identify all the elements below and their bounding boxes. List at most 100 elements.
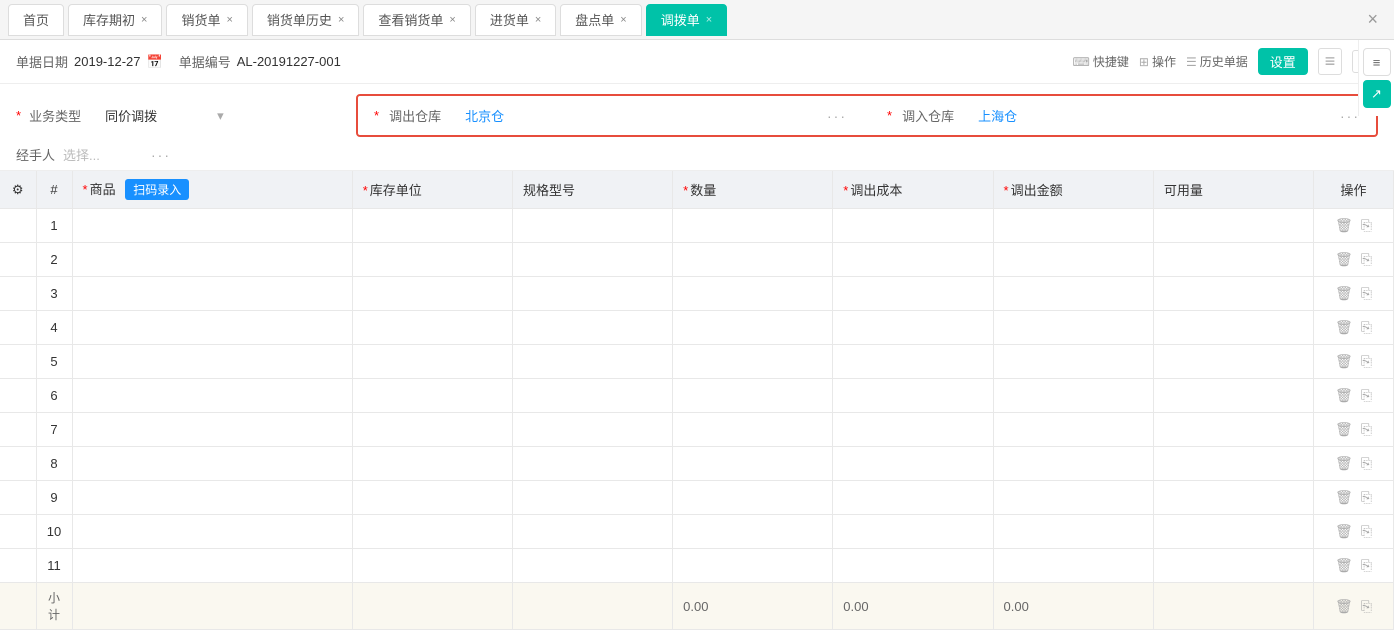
row-3-unit[interactable]: [352, 277, 512, 311]
row-2-unit[interactable]: [352, 243, 512, 277]
row-4-available[interactable]: [1153, 311, 1313, 345]
row-8-cost[interactable]: [833, 447, 993, 481]
row-3-product[interactable]: [72, 277, 352, 311]
row-8-product[interactable]: [72, 447, 352, 481]
row-9-delete-btn[interactable]: 🗑: [1333, 487, 1355, 508]
row-4-cost[interactable]: [833, 311, 993, 345]
row-5-quantity[interactable]: [673, 345, 833, 379]
row-11-quantity[interactable]: [673, 549, 833, 583]
row-11-product[interactable]: [72, 549, 352, 583]
layout-toggle-icon[interactable]: ≡: [1318, 48, 1343, 75]
row-5-product[interactable]: [72, 345, 352, 379]
row-8-unit[interactable]: [352, 447, 512, 481]
row-5-unit[interactable]: [352, 345, 512, 379]
row-7-copy-btn[interactable]: ⎘: [1359, 419, 1374, 440]
row-6-amount[interactable]: [993, 379, 1153, 413]
row-8-available[interactable]: [1153, 447, 1313, 481]
row-10-spec[interactable]: [513, 515, 673, 549]
row-6-spec[interactable]: [513, 379, 673, 413]
row-6-quantity[interactable]: [673, 379, 833, 413]
row-1-spec[interactable]: [513, 209, 673, 243]
subtotal-copy-btn[interactable]: ⎘: [1359, 596, 1374, 617]
row-4-quantity[interactable]: [673, 311, 833, 345]
row-5-delete-btn[interactable]: 🗑: [1333, 351, 1355, 372]
scan-button[interactable]: 扫码录入: [125, 179, 189, 200]
row-1-amount[interactable]: [993, 209, 1153, 243]
row-9-spec[interactable]: [513, 481, 673, 515]
row-6-product[interactable]: [72, 379, 352, 413]
subtotal-delete-btn[interactable]: 🗑: [1333, 596, 1355, 617]
row-7-spec[interactable]: [513, 413, 673, 447]
row-6-delete-btn[interactable]: 🗑: [1333, 385, 1355, 406]
row-1-copy-btn[interactable]: ⎘: [1359, 215, 1374, 236]
row-7-unit[interactable]: [352, 413, 512, 447]
row-11-copy-btn[interactable]: ⎘: [1359, 555, 1374, 576]
row-4-product[interactable]: [72, 311, 352, 345]
row-1-product[interactable]: [72, 209, 352, 243]
row-8-delete-btn[interactable]: 🗑: [1333, 453, 1355, 474]
row-4-copy-btn[interactable]: ⎘: [1359, 317, 1374, 338]
tab-view-sales-close[interactable]: ×: [449, 14, 455, 26]
row-2-cost[interactable]: [833, 243, 993, 277]
row-3-delete-btn[interactable]: 🗑: [1333, 283, 1355, 304]
handler-more-icon[interactable]: ···: [151, 147, 171, 163]
in-warehouse-more-icon[interactable]: ···: [1340, 108, 1360, 124]
row-3-amount[interactable]: [993, 277, 1153, 311]
row-3-quantity[interactable]: [673, 277, 833, 311]
row-8-spec[interactable]: [513, 447, 673, 481]
row-11-amount[interactable]: [993, 549, 1153, 583]
row-2-product[interactable]: [72, 243, 352, 277]
row-10-available[interactable]: [1153, 515, 1313, 549]
row-9-product[interactable]: [72, 481, 352, 515]
row-4-amount[interactable]: [993, 311, 1153, 345]
tab-purchase-order[interactable]: 进货单 ×: [475, 4, 556, 36]
calendar-icon[interactable]: 📅: [147, 54, 163, 70]
row-6-copy-btn[interactable]: ⎘: [1359, 385, 1374, 406]
row-1-unit[interactable]: [352, 209, 512, 243]
row-5-available[interactable]: [1153, 345, 1313, 379]
row-6-available[interactable]: [1153, 379, 1313, 413]
row-4-unit[interactable]: [352, 311, 512, 345]
row-5-copy-btn[interactable]: ⎘: [1359, 351, 1374, 372]
history-action[interactable]: ☰ 历史单据: [1186, 53, 1248, 70]
th-gear[interactable]: ⚙: [0, 171, 36, 209]
row-2-spec[interactable]: [513, 243, 673, 277]
row-7-quantity[interactable]: [673, 413, 833, 447]
shortcut-action[interactable]: ⌨ 快捷键: [1073, 53, 1129, 70]
row-2-delete-btn[interactable]: 🗑: [1333, 249, 1355, 270]
row-2-available[interactable]: [1153, 243, 1313, 277]
row-9-quantity[interactable]: [673, 481, 833, 515]
row-11-cost[interactable]: [833, 549, 993, 583]
row-11-unit[interactable]: [352, 549, 512, 583]
row-10-amount[interactable]: [993, 515, 1153, 549]
row-11-delete-btn[interactable]: 🗑: [1333, 555, 1355, 576]
row-8-quantity[interactable]: [673, 447, 833, 481]
row-1-cost[interactable]: [833, 209, 993, 243]
tab-sales-order-close[interactable]: ×: [226, 14, 232, 26]
row-3-available[interactable]: [1153, 277, 1313, 311]
row-1-available[interactable]: [1153, 209, 1313, 243]
tab-stocktake-close[interactable]: ×: [620, 14, 626, 26]
row-3-copy-btn[interactable]: ⎘: [1359, 283, 1374, 304]
row-1-delete-btn[interactable]: 🗑: [1333, 215, 1355, 236]
row-11-available[interactable]: [1153, 549, 1313, 583]
tab-sales-history[interactable]: 销货单历史 ×: [252, 4, 359, 36]
tab-transfer[interactable]: 调拨单 ×: [646, 4, 727, 36]
sidebar-export-btn[interactable]: ↗: [1363, 80, 1391, 108]
row-7-available[interactable]: [1153, 413, 1313, 447]
row-7-product[interactable]: [72, 413, 352, 447]
row-10-quantity[interactable]: [673, 515, 833, 549]
tab-inventory-init-close[interactable]: ×: [141, 14, 147, 26]
row-9-cost[interactable]: [833, 481, 993, 515]
row-10-copy-btn[interactable]: ⎘: [1359, 521, 1374, 542]
row-6-cost[interactable]: [833, 379, 993, 413]
row-4-spec[interactable]: [513, 311, 673, 345]
row-10-delete-btn[interactable]: 🗑: [1333, 521, 1355, 542]
tab-transfer-close[interactable]: ×: [706, 14, 712, 26]
row-11-spec[interactable]: [513, 549, 673, 583]
row-8-amount[interactable]: [993, 447, 1153, 481]
row-10-cost[interactable]: [833, 515, 993, 549]
handler-value[interactable]: 选择...: [63, 145, 143, 164]
row-5-cost[interactable]: [833, 345, 993, 379]
row-9-copy-btn[interactable]: ⎘: [1359, 487, 1374, 508]
